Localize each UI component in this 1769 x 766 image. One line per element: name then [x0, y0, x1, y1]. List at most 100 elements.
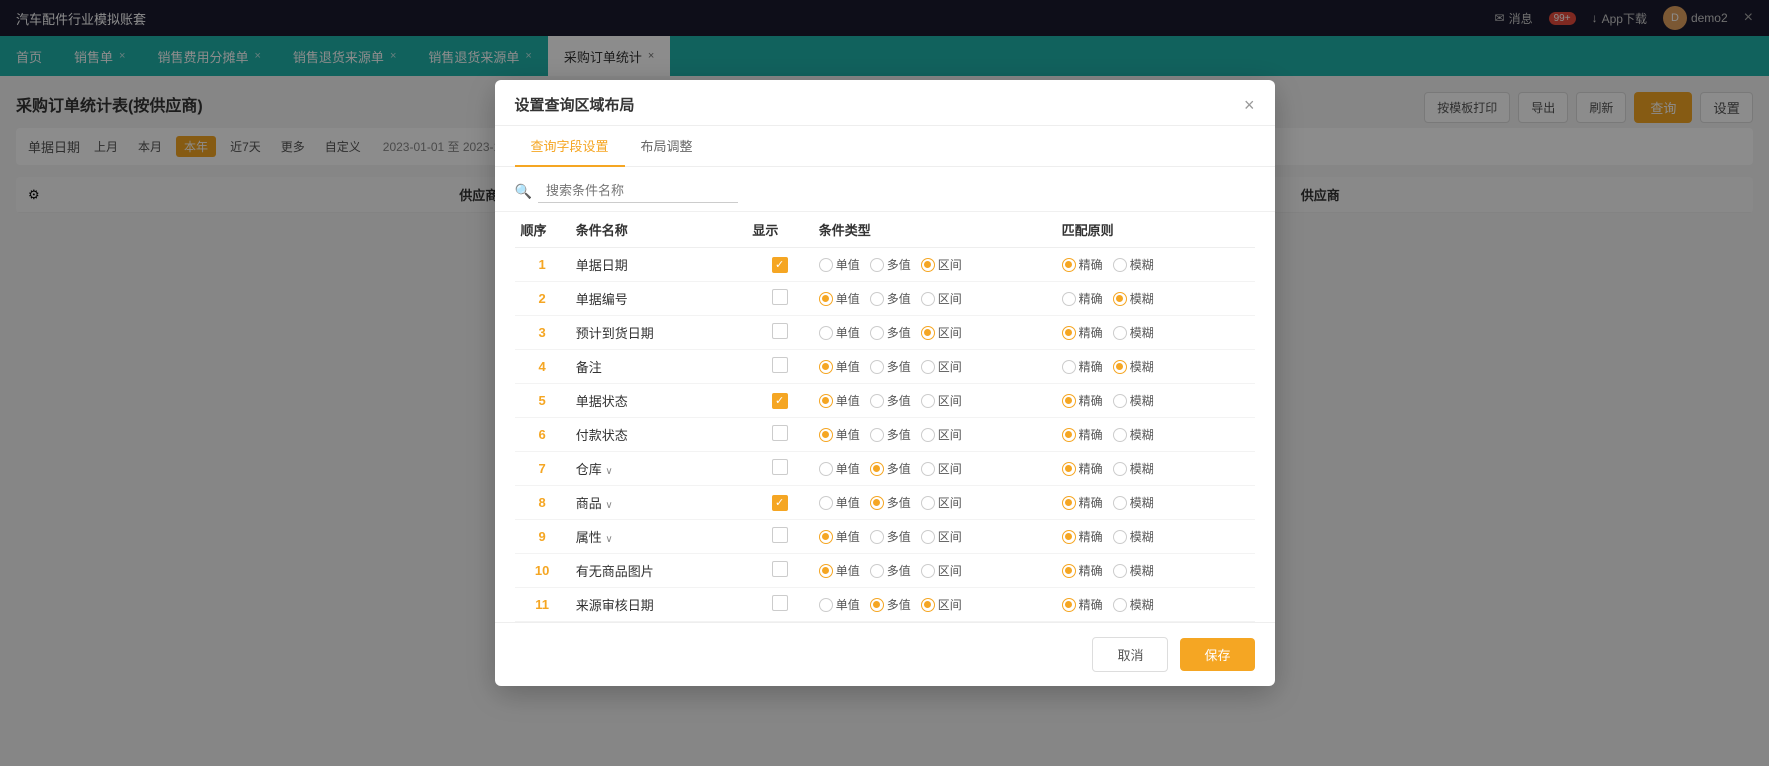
cell-display[interactable]	[746, 248, 812, 282]
type-radio-single[interactable]: 单值	[819, 596, 860, 613]
display-checkbox[interactable]	[772, 561, 788, 577]
match-radio-fuzzy[interactable]: 模糊	[1113, 528, 1154, 545]
save-btn[interactable]: 保存	[1180, 638, 1254, 671]
cell-display[interactable]	[746, 452, 812, 486]
tab-layout-adjust[interactable]: 布局调整	[625, 126, 709, 167]
cell-order: 7	[515, 452, 570, 486]
display-checkbox[interactable]	[772, 459, 788, 475]
cell-name: 仓库 ∨	[570, 452, 747, 486]
display-checkbox[interactable]	[772, 289, 788, 305]
type-radio-multi[interactable]: 多值	[870, 256, 911, 273]
cell-type: 单值多值区间	[813, 350, 1056, 384]
match-radio-fuzzy[interactable]: 模糊	[1113, 324, 1154, 341]
match-radio-fuzzy[interactable]: 模糊	[1113, 358, 1154, 375]
match-radio-exact[interactable]: 精确	[1062, 256, 1103, 273]
display-checkbox[interactable]	[772, 323, 788, 339]
tab-query-settings[interactable]: 查询字段设置	[515, 126, 625, 167]
type-radio-single[interactable]: 单值	[819, 256, 860, 273]
type-radio-multi[interactable]: 多值	[870, 324, 911, 341]
type-radio-multi[interactable]: 多值	[870, 392, 911, 409]
cell-display[interactable]	[746, 316, 812, 350]
match-radio-exact[interactable]: 精确	[1062, 494, 1103, 511]
type-radio-single[interactable]: 单值	[819, 562, 860, 579]
type-radio-range[interactable]: 区间	[921, 392, 962, 409]
type-radio-range[interactable]: 区间	[921, 460, 962, 477]
cell-order: 8	[515, 486, 570, 520]
match-radio-fuzzy[interactable]: 模糊	[1113, 562, 1154, 579]
type-radio-single[interactable]: 单值	[819, 528, 860, 545]
table-row: 1单据日期单值多值区间精确模糊	[515, 248, 1255, 282]
search-input[interactable]	[538, 179, 738, 203]
cell-display[interactable]	[746, 520, 812, 554]
radio-label-single: 单值	[836, 562, 860, 579]
cell-display[interactable]	[746, 384, 812, 418]
display-checkbox[interactable]	[772, 495, 788, 511]
display-checkbox[interactable]	[772, 425, 788, 441]
radio-circle-match-fuzzy	[1113, 564, 1127, 578]
cancel-btn[interactable]: 取消	[1092, 637, 1168, 672]
type-radio-range[interactable]: 区间	[921, 562, 962, 579]
display-checkbox[interactable]	[772, 257, 788, 273]
type-radio-multi[interactable]: 多值	[870, 358, 911, 375]
radio-circle-range	[921, 292, 935, 306]
type-radio-multi[interactable]: 多值	[870, 562, 911, 579]
radio-label-match-exact: 精确	[1079, 392, 1103, 409]
display-checkbox[interactable]	[772, 527, 788, 543]
match-radio-exact[interactable]: 精确	[1062, 392, 1103, 409]
match-radio-exact[interactable]: 精确	[1062, 562, 1103, 579]
radio-circle-match-exact	[1062, 258, 1076, 272]
match-radio-fuzzy[interactable]: 模糊	[1113, 290, 1154, 307]
match-radio-fuzzy[interactable]: 模糊	[1113, 596, 1154, 613]
type-radio-range[interactable]: 区间	[921, 596, 962, 613]
type-radio-single[interactable]: 单值	[819, 426, 860, 443]
type-radio-multi[interactable]: 多值	[870, 528, 911, 545]
match-radio-fuzzy[interactable]: 模糊	[1113, 460, 1154, 477]
match-radio-exact[interactable]: 精确	[1062, 528, 1103, 545]
type-radio-multi[interactable]: 多值	[870, 460, 911, 477]
type-radio-single[interactable]: 单值	[819, 290, 860, 307]
modal-close-btn[interactable]: ×	[1244, 96, 1255, 114]
match-radio-fuzzy[interactable]: 模糊	[1113, 494, 1154, 511]
radio-circle-multi	[870, 258, 884, 272]
cell-display[interactable]	[746, 554, 812, 588]
cell-type: 单值多值 区间	[813, 520, 1056, 554]
type-radio-range[interactable]: 区间	[921, 324, 962, 341]
type-radio-multi[interactable]: 多值	[870, 596, 911, 613]
type-radio-single[interactable]: 单值	[819, 460, 860, 477]
type-radio-single[interactable]: 单值	[819, 392, 860, 409]
radio-label-match-fuzzy: 模糊	[1130, 562, 1154, 579]
type-radio-range[interactable]: 区间	[921, 358, 962, 375]
type-radio-multi[interactable]: 多值	[870, 426, 911, 443]
type-radio-single[interactable]: 单值	[819, 494, 860, 511]
type-radio-single[interactable]: 单值	[819, 324, 860, 341]
cell-display[interactable]	[746, 282, 812, 316]
type-radio-range[interactable]: 区间	[921, 528, 962, 545]
match-radio-exact[interactable]: 精确	[1062, 426, 1103, 443]
radio-label-range: 区间	[938, 528, 962, 545]
display-checkbox[interactable]	[772, 595, 788, 611]
type-radio-multi[interactable]: 多值	[870, 494, 911, 511]
table-row: 9属性 ∨单值多值区间精确模糊	[515, 520, 1255, 554]
radio-label-match-fuzzy: 模糊	[1130, 460, 1154, 477]
cell-display[interactable]	[746, 486, 812, 520]
match-radio-exact[interactable]: 精确	[1062, 290, 1103, 307]
type-radio-single[interactable]: 单值	[819, 358, 860, 375]
match-radio-exact[interactable]: 精确	[1062, 358, 1103, 375]
display-checkbox[interactable]	[772, 393, 788, 409]
radio-label-range: 区间	[938, 324, 962, 341]
type-radio-range[interactable]: 区间	[921, 494, 962, 511]
type-radio-multi[interactable]: 多值	[870, 290, 911, 307]
type-radio-range[interactable]: 区间	[921, 256, 962, 273]
match-radio-fuzzy[interactable]: 模糊	[1113, 426, 1154, 443]
type-radio-range[interactable]: 区间	[921, 290, 962, 307]
type-radio-range[interactable]: 区间	[921, 426, 962, 443]
match-radio-exact[interactable]: 精确	[1062, 596, 1103, 613]
match-radio-exact[interactable]: 精确	[1062, 460, 1103, 477]
match-radio-fuzzy[interactable]: 模糊	[1113, 392, 1154, 409]
cell-display[interactable]	[746, 588, 812, 622]
match-radio-fuzzy[interactable]: 模糊	[1113, 256, 1154, 273]
display-checkbox[interactable]	[772, 357, 788, 373]
cell-display[interactable]	[746, 418, 812, 452]
match-radio-exact[interactable]: 精确	[1062, 324, 1103, 341]
cell-display[interactable]	[746, 350, 812, 384]
